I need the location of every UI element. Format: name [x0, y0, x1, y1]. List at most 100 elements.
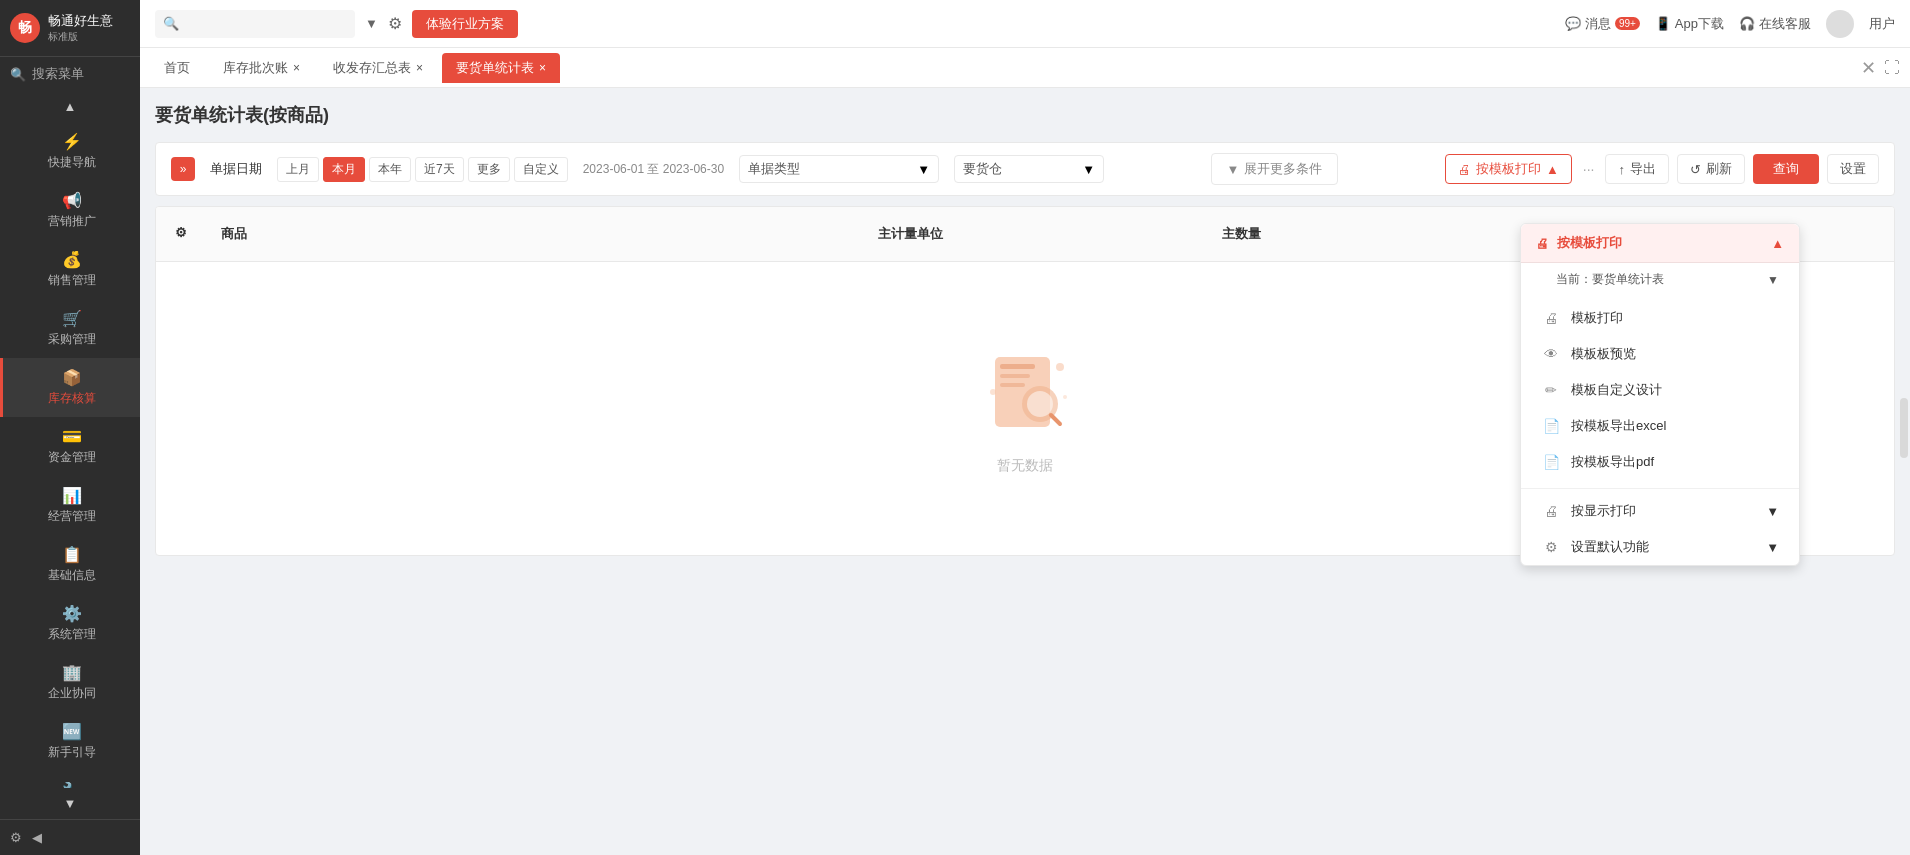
app-download-icon: 📱 — [1655, 16, 1671, 31]
svg-rect-3 — [1000, 383, 1025, 387]
sidebar-item-basics[interactable]: 📋 基础信息 — [0, 535, 140, 594]
main-content: 🔍 ▼ ⚙ 体验行业方案 💬 消息 99+ 📱 App下载 🎧 在线客服 用户 — [140, 0, 1910, 855]
tab-inventory-batch[interactable]: 库存批次账 × — [209, 53, 314, 83]
sidebar-nav: ⚡ 快捷导航 📢 营销推广 💰 销售管理 🛒 采购管理 📦 库存核算 💳 资金管… — [0, 122, 140, 788]
print-dropdown-header-icon: 🖨 — [1536, 236, 1549, 251]
tab-receivable-summary-label: 收发存汇总表 — [333, 59, 411, 77]
set-default-label: 设置默认功能 — [1571, 538, 1649, 556]
printer-icon: 🖨 — [1458, 162, 1471, 177]
sidebar-item-label: 经营管理 — [48, 508, 96, 525]
print-item-template-print[interactable]: 🖨 模板打印 — [1521, 300, 1799, 336]
tab-maximize-icon[interactable]: ⛶ — [1884, 59, 1900, 77]
sidebar-item-sales[interactable]: 💰 销售管理 — [0, 240, 140, 299]
sidebar-search[interactable]: 🔍 搜索菜单 — [0, 57, 140, 91]
online-service-button[interactable]: 🎧 在线客服 — [1739, 15, 1811, 33]
marketing-icon: 📢 — [62, 191, 82, 210]
tab-receivable-summary-close[interactable]: × — [416, 61, 423, 75]
sidebar-collapse-icon[interactable]: ◀ — [32, 830, 42, 845]
refresh-button[interactable]: ↺ 刷新 — [1677, 154, 1745, 184]
guide-icon: 🆕 — [62, 722, 82, 741]
sidebar-item-inventory[interactable]: 📦 库存核算 — [0, 358, 140, 417]
sidebar-item-system[interactable]: ⚙️ 系统管理 — [0, 594, 140, 653]
print-dropdown-collapse-icon[interactable]: ▲ — [1771, 236, 1784, 251]
order-type-label: 单据类型 — [748, 160, 912, 178]
empty-text: 暂无数据 — [997, 457, 1053, 475]
pdf-icon: 📄 — [1541, 454, 1561, 470]
th-product: 商品 — [206, 217, 863, 251]
sidebar-item-marketing[interactable]: 📢 营销推广 — [0, 181, 140, 240]
print-item-export-excel[interactable]: 📄 按模板导出excel — [1521, 408, 1799, 444]
topbar-cta-button[interactable]: 体验行业方案 — [412, 10, 518, 38]
goods-warehouse-select[interactable]: 要货仓 ▼ — [954, 155, 1104, 183]
message-button[interactable]: 💬 消息 99+ — [1565, 15, 1640, 33]
set-default-icon: ⚙ — [1541, 539, 1561, 555]
sidebar-item-finance[interactable]: 💳 资金管理 — [0, 417, 140, 476]
settings-bottom-icon[interactable]: ⚙ — [10, 830, 22, 845]
sidebar-item-quick-nav[interactable]: ⚡ 快捷导航 — [0, 122, 140, 181]
user-avatar[interactable] — [1826, 10, 1854, 38]
topbar-gear-icon[interactable]: ⚙ — [388, 14, 402, 33]
sidebar-scroll-down[interactable]: ▼ — [60, 792, 81, 815]
app-download-label: App下载 — [1675, 15, 1724, 33]
sidebar-item-label: 企业协同 — [48, 685, 96, 702]
print-item-template-custom[interactable]: ✏ 模板自定义设计 — [1521, 372, 1799, 408]
print-set-default[interactable]: ⚙ 设置默认功能 ▼ — [1521, 529, 1799, 565]
sidebar-item-label: 营销推广 — [48, 213, 96, 230]
date-btn-more[interactable]: 更多 — [468, 157, 510, 182]
app-logo: 畅 畅通好生意 标准版 — [0, 0, 140, 57]
sidebar-item-enterprise[interactable]: 🏢 企业协同 — [0, 653, 140, 712]
th-settings[interactable]: ⚙ — [156, 217, 206, 251]
tab-order-stats[interactable]: 要货单统计表 × — [442, 53, 560, 83]
current-template-chevron: ▼ — [1767, 273, 1779, 287]
sidebar-item-guide[interactable]: 🆕 新手引导 — [0, 712, 140, 771]
sidebar-item-operations[interactable]: 📊 经营管理 — [0, 476, 140, 535]
sidebar-item-label: 系统管理 — [48, 626, 96, 643]
sidebar-item-appstore[interactable]: 🔧 应用中心 — [0, 771, 140, 788]
topbar-dropdown[interactable]: ▼ — [365, 16, 378, 31]
chevron-down-icon: ▼ — [365, 16, 378, 31]
app-name: 畅通好生意 — [48, 12, 113, 30]
export-excel-label: 按模板导出excel — [1571, 417, 1666, 435]
message-icon: 💬 — [1565, 16, 1581, 31]
export-button[interactable]: ↑ 导出 — [1605, 154, 1669, 184]
date-btn-this-year[interactable]: 本年 — [369, 157, 411, 182]
quick-nav-icon: ⚡ — [62, 132, 82, 151]
date-btn-last-month[interactable]: 上月 — [277, 157, 319, 182]
print-item-export-pdf[interactable]: 📄 按模板导出pdf — [1521, 444, 1799, 480]
page-title: 要货单统计表(按商品) — [155, 103, 1895, 127]
tab-bar: 首页 库存批次账 × 收发存汇总表 × 要货单统计表 × ✕ ⛶ — [140, 48, 1910, 88]
purchase-icon: 🛒 — [62, 309, 82, 328]
date-btn-this-month[interactable]: 本月 — [323, 157, 365, 182]
template-print-button[interactable]: 🖨 按模板打印 ▲ — [1445, 154, 1572, 184]
date-btn-7days[interactable]: 近7天 — [415, 157, 464, 182]
basics-icon: 📋 — [62, 545, 82, 564]
tab-order-stats-close[interactable]: × — [539, 61, 546, 75]
order-type-select[interactable]: 单据类型 ▼ — [739, 155, 939, 183]
print-dropdown-header: 🖨 按模板打印 ▲ — [1521, 224, 1799, 263]
tab-home-label: 首页 — [164, 59, 190, 77]
expand-more-button[interactable]: ▼ 展开更多条件 — [1211, 153, 1339, 185]
topbar-search[interactable]: 🔍 — [155, 10, 355, 38]
print-dropdown-header-left: 🖨 按模板打印 — [1536, 234, 1622, 252]
page-content: 要货单统计表(按商品) » 单据日期 上月 本月 本年 近7天 更多 自定义 2… — [140, 88, 1910, 855]
date-btn-custom[interactable]: 自定义 — [514, 157, 568, 182]
current-template[interactable]: 当前：要货单统计表 ▼ — [1521, 263, 1799, 296]
sidebar-scroll-up[interactable]: ▲ — [60, 95, 81, 118]
tab-inventory-batch-close[interactable]: × — [293, 61, 300, 75]
print-item-template-preview[interactable]: 👁 模板板预览 — [1521, 336, 1799, 372]
goods-warehouse-chevron: ▼ — [1082, 162, 1095, 177]
th-unit: 主计量单位 — [863, 217, 1207, 251]
app-download-button[interactable]: 📱 App下载 — [1655, 15, 1724, 33]
tab-close-all-icon[interactable]: ✕ — [1861, 57, 1876, 79]
excel-icon: 📄 — [1541, 418, 1561, 434]
tab-home[interactable]: 首页 — [150, 53, 204, 83]
tab-receivable-summary[interactable]: 收发存汇总表 × — [319, 53, 437, 83]
settings-button[interactable]: 设置 — [1827, 154, 1879, 184]
sidebar-item-purchase[interactable]: 🛒 采购管理 — [0, 299, 140, 358]
filter-expand-button[interactable]: » — [171, 157, 195, 181]
message-badge: 99+ — [1615, 17, 1640, 30]
print-display-print[interactable]: 🖨 按显示打印 ▼ — [1521, 493, 1799, 529]
query-button[interactable]: 查询 — [1753, 154, 1819, 184]
sidebar-item-label: 资金管理 — [48, 449, 96, 466]
template-preview-label: 模板板预览 — [1571, 345, 1636, 363]
